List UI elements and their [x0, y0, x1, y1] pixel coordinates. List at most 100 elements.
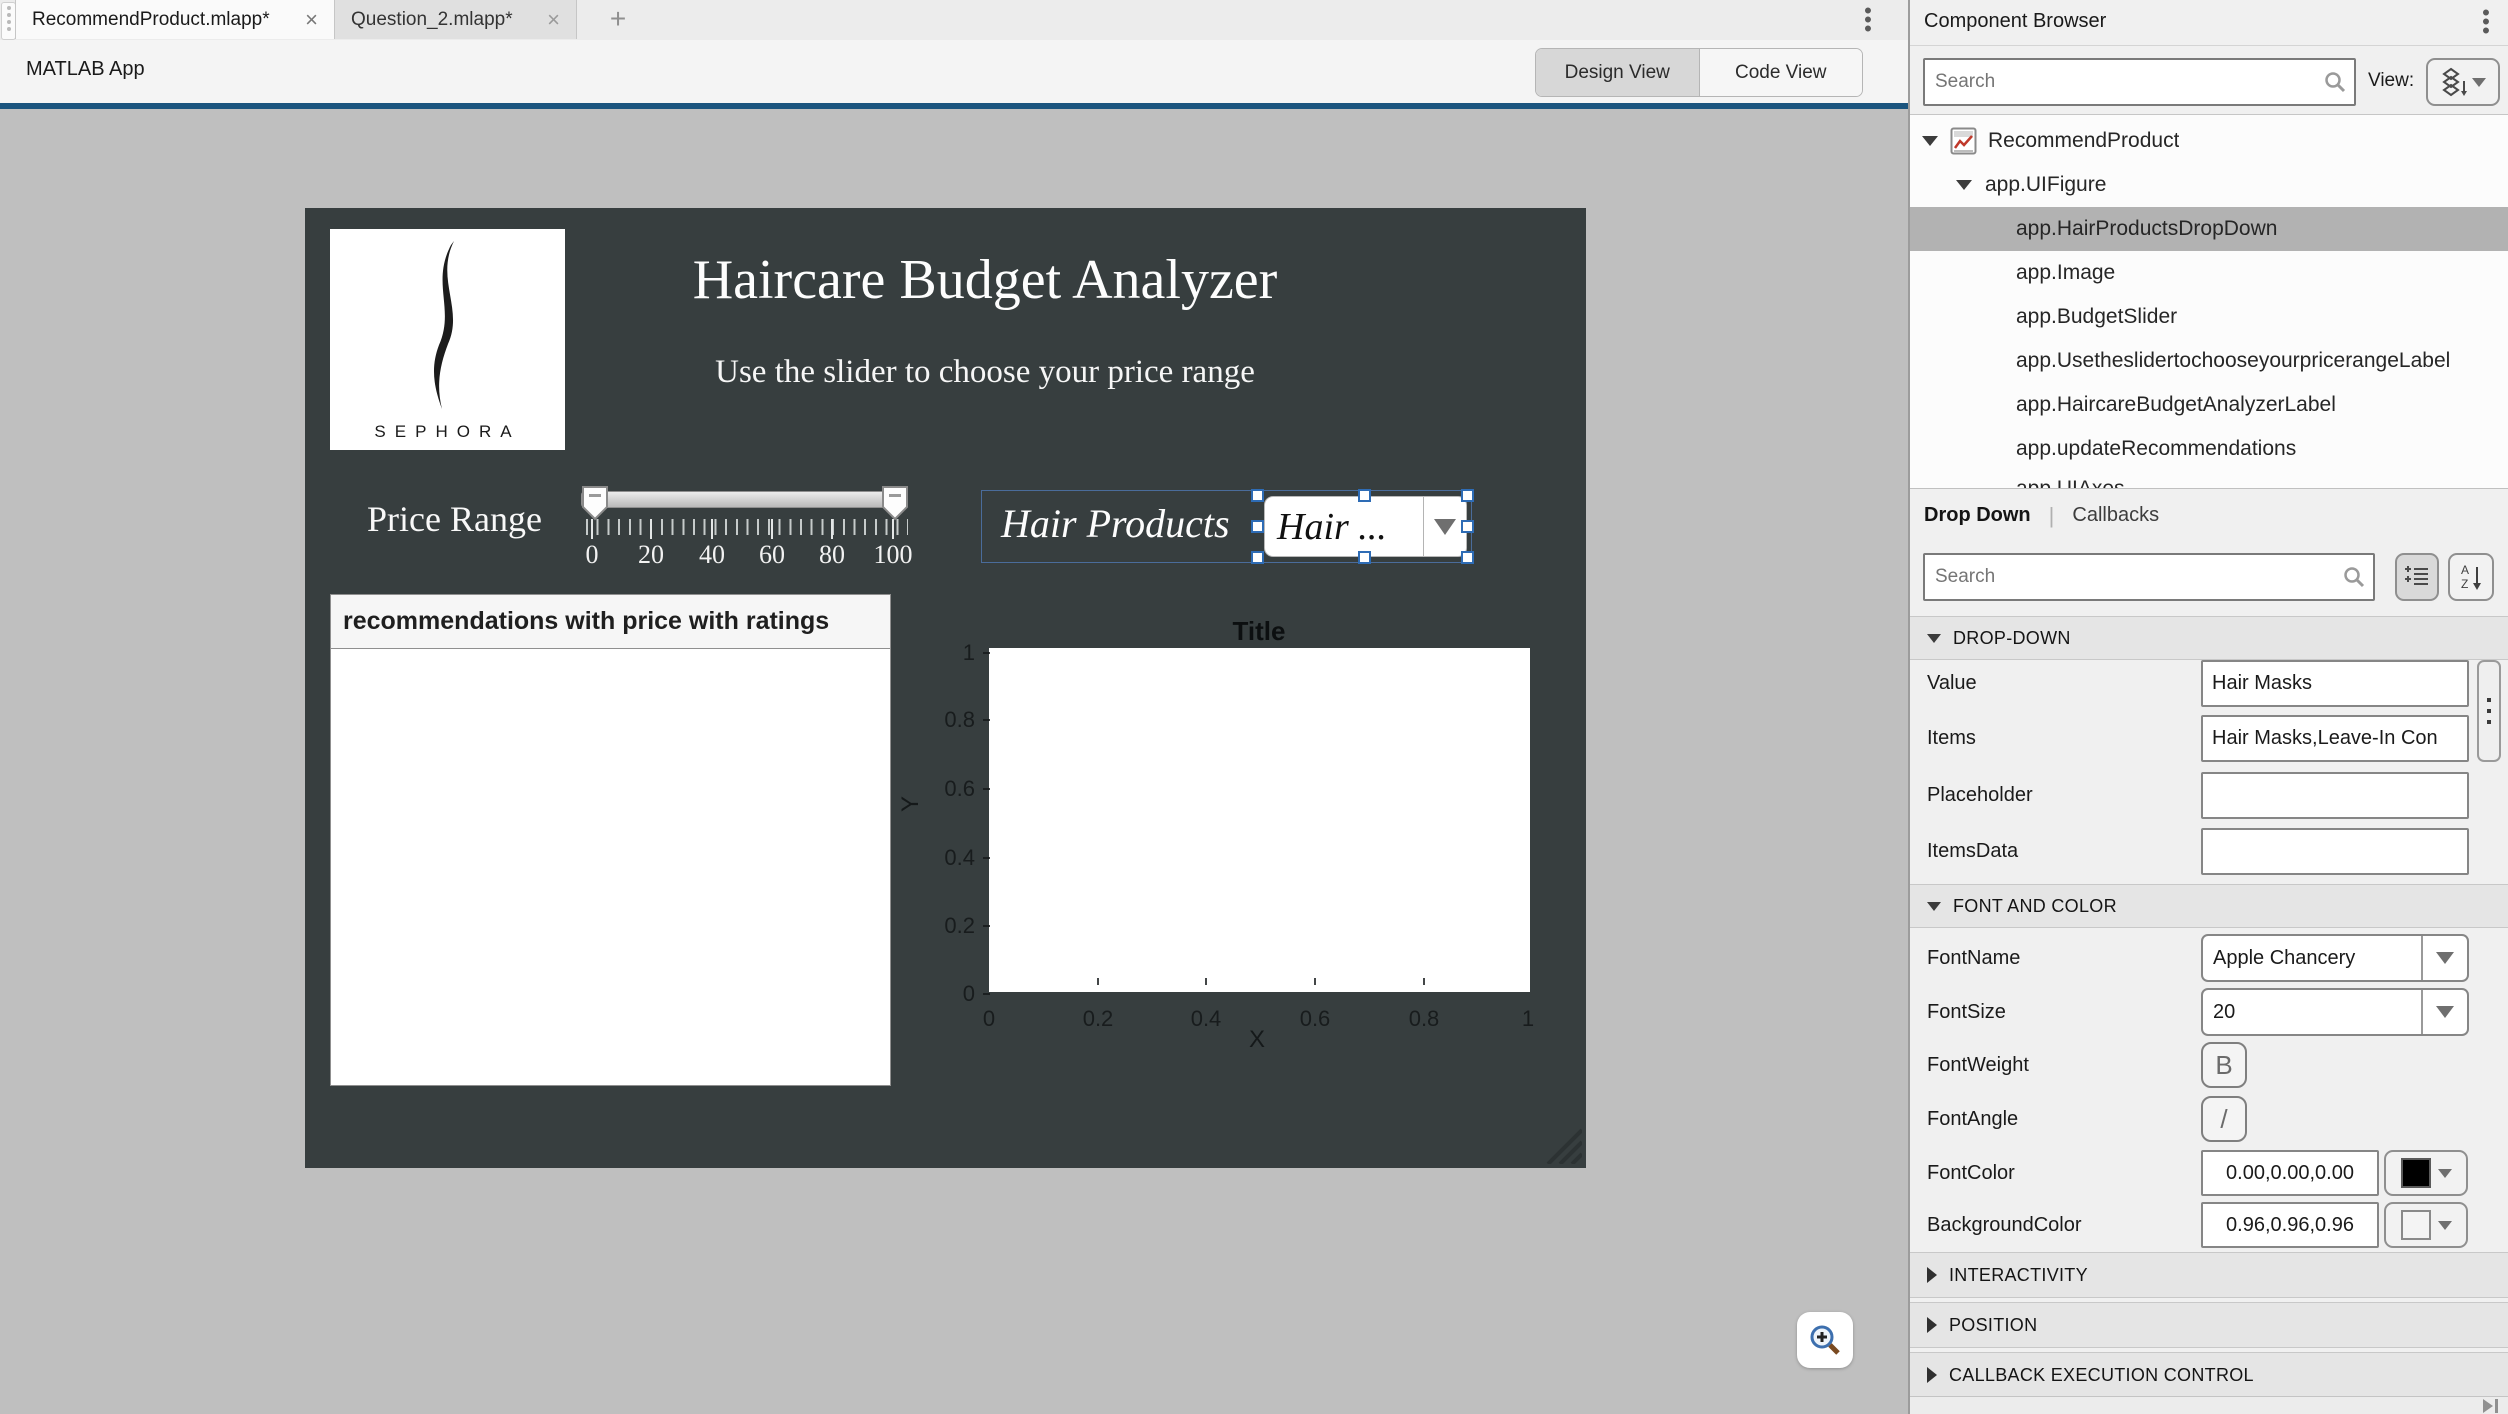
slider-tick-80: 80: [819, 540, 845, 570]
canvas-resize-grip[interactable]: [1542, 1124, 1582, 1169]
slider-tick-0: 0: [586, 540, 599, 570]
tab-callbacks[interactable]: Callbacks: [2072, 504, 2159, 527]
close-icon[interactable]: ×: [547, 10, 560, 30]
backgroundcolor-picker[interactable]: [2384, 1202, 2468, 1248]
chevron-down-icon: [2472, 78, 2486, 87]
selection-handle[interactable]: [1358, 489, 1371, 502]
budget-slider-track[interactable]: [581, 491, 907, 508]
selection-handle[interactable]: [1251, 489, 1264, 502]
combo-arrow[interactable]: [2421, 936, 2467, 980]
fontsize-combobox[interactable]: 20: [2201, 988, 2469, 1036]
y-tick: 0.6: [923, 776, 975, 802]
fontcolor-field[interactable]: 0.00,0.00,0.00: [2201, 1150, 2379, 1196]
property-search[interactable]: [1923, 553, 2375, 601]
tree-item-uiaxes[interactable]: app.UIAxes: [1910, 467, 2508, 488]
tree-item-haircarebudgetanalyzer-label[interactable]: app.HaircareBudgetAnalyzerLabel: [1910, 383, 2508, 427]
selection-handle[interactable]: [1461, 520, 1474, 533]
slider-tick-60: 60: [759, 540, 785, 570]
inspector-tabs: Drop Down | Callbacks: [1910, 488, 2508, 542]
section-interactivity[interactable]: INTERACTIVITY: [1910, 1252, 2508, 1298]
search-icon: [2324, 71, 2346, 93]
panel-menu-icon[interactable]: •••: [2476, 8, 2496, 35]
app-subtitle-label[interactable]: Use the slider to choose your price rang…: [660, 354, 1310, 391]
tree-item-updaterecommendations[interactable]: app.updateRecommendations: [1910, 427, 2508, 471]
items-options-button[interactable]: [2477, 660, 2501, 762]
view-mode-dropdown[interactable]: [2426, 58, 2500, 106]
x-tick: 0.4: [1191, 1006, 1222, 1032]
property-search-input[interactable]: [1925, 566, 2343, 588]
tree-item-recommendproduct[interactable]: RecommendProduct: [1910, 119, 2508, 163]
selection-handle[interactable]: [1358, 551, 1371, 564]
y-tick: 0.2: [923, 913, 975, 939]
code-view-button[interactable]: Code View: [1700, 49, 1863, 96]
tree-item-usetheslider-label[interactable]: app.UsetheslidertochooseyourpricerangeLa…: [1910, 339, 2508, 383]
hair-products-label[interactable]: Hair Products: [1001, 500, 1251, 547]
placeholder-field[interactable]: [2201, 772, 2469, 819]
selection-handle[interactable]: [1251, 551, 1264, 564]
tree-item-image[interactable]: app.Image: [1910, 251, 2508, 295]
fontname-combobox[interactable]: Apple Chancery: [2201, 934, 2469, 982]
tab-recommendproduct[interactable]: RecommendProduct.mlapp* ×: [15, 0, 335, 39]
sort-az-icon: A Z: [2458, 563, 2484, 591]
axes-plot-area[interactable]: [989, 648, 1530, 992]
new-tab-button[interactable]: +: [600, 2, 636, 38]
price-range-label[interactable]: Price Range: [367, 498, 542, 540]
tab-dropdown-properties[interactable]: Drop Down: [1924, 504, 2031, 527]
mlapp-file-icon: [1950, 127, 1977, 155]
component-search-input[interactable]: [1925, 71, 2324, 93]
chevron-down-icon: [2438, 1221, 2452, 1230]
editor-menu-icon[interactable]: •••: [1858, 6, 1878, 33]
fontcolor-swatch: [2401, 1158, 2431, 1188]
recommendations-listbox[interactable]: recommendations with price with ratings: [330, 594, 891, 1086]
backgroundcolor-field[interactable]: 0.96,0.96,0.96: [2201, 1202, 2379, 1248]
zoom-button[interactable]: [1797, 1312, 1853, 1368]
section-callback-execution-control[interactable]: CALLBACK EXECUTION CONTROL: [1910, 1352, 2508, 1398]
itemsdata-field[interactable]: [2201, 828, 2469, 875]
slider-thumb-high[interactable]: [881, 485, 909, 521]
section-position[interactable]: POSITION: [1910, 1302, 2508, 1348]
selection-handle[interactable]: [1461, 551, 1474, 564]
hair-products-dropdown[interactable]: Hair ...: [1264, 496, 1467, 557]
fontcolor-label: FontColor: [1927, 1162, 2015, 1185]
tab-question2[interactable]: Question_2.mlapp* ×: [335, 0, 577, 39]
component-browser-panel: Component Browser ••• View:: [1908, 0, 2508, 1414]
tab-label: RecommendProduct.mlapp*: [32, 9, 270, 31]
tree-item-budgetslider[interactable]: app.BudgetSlider: [1910, 295, 2508, 339]
italic-toggle-button[interactable]: /: [2201, 1096, 2247, 1142]
close-icon[interactable]: ×: [305, 10, 318, 30]
bold-toggle-button[interactable]: B: [2201, 1042, 2247, 1088]
group-order-button[interactable]: [2395, 553, 2439, 601]
design-view-button[interactable]: Design View: [1536, 49, 1700, 96]
caret-down-icon[interactable]: [1956, 180, 1972, 190]
app-title-label[interactable]: Haircare Budget Analyzer: [635, 248, 1335, 312]
combo-arrow[interactable]: [2421, 990, 2467, 1034]
x-tick: 0.2: [1083, 1006, 1114, 1032]
view-label: View:: [2368, 70, 2414, 92]
dropdown-arrow-button[interactable]: [1423, 497, 1466, 556]
caret-down-icon[interactable]: [1922, 136, 1938, 146]
caret-down-icon: [1927, 902, 1941, 911]
fontcolor-picker[interactable]: [2384, 1150, 2468, 1196]
value-field[interactable]: Hair Masks: [2201, 660, 2469, 707]
chevron-down-icon: [2436, 952, 2454, 964]
section-dropdown[interactable]: DROP-DOWN: [1910, 616, 2508, 660]
selection-handle[interactable]: [1251, 520, 1264, 533]
sort-az-button[interactable]: A Z: [2448, 553, 2494, 601]
sephora-logo-image[interactable]: SEPHORA: [330, 229, 565, 450]
toolstrip: MATLAB App Design View Code View: [0, 40, 1908, 103]
axes-title[interactable]: Title: [1059, 616, 1459, 647]
svg-text:Z: Z: [2461, 577, 2468, 591]
selection-handle[interactable]: [1461, 489, 1474, 502]
tree-item-uifigure[interactable]: app.UIFigure: [1910, 163, 2508, 207]
slider-thumb-low[interactable]: [581, 485, 609, 521]
collapse-panel-icon[interactable]: [2482, 1398, 2500, 1414]
section-font-and-color[interactable]: FONT AND COLOR: [1910, 884, 2508, 928]
fontangle-label: FontAngle: [1927, 1108, 2018, 1131]
items-field[interactable]: Hair Masks,Leave-In Con: [2201, 715, 2469, 762]
tree-item-hairproductsdropdown[interactable]: app.HairProductsDropDown: [1910, 207, 2508, 251]
component-browser-title: Component Browser: [1924, 10, 2106, 33]
tab-drag-handle[interactable]: [1, 2, 16, 40]
fontweight-label: FontWeight: [1927, 1054, 2029, 1077]
component-search[interactable]: [1923, 58, 2356, 106]
design-canvas[interactable]: SEPHORA Haircare Budget Analyzer Use the…: [305, 208, 1586, 1168]
